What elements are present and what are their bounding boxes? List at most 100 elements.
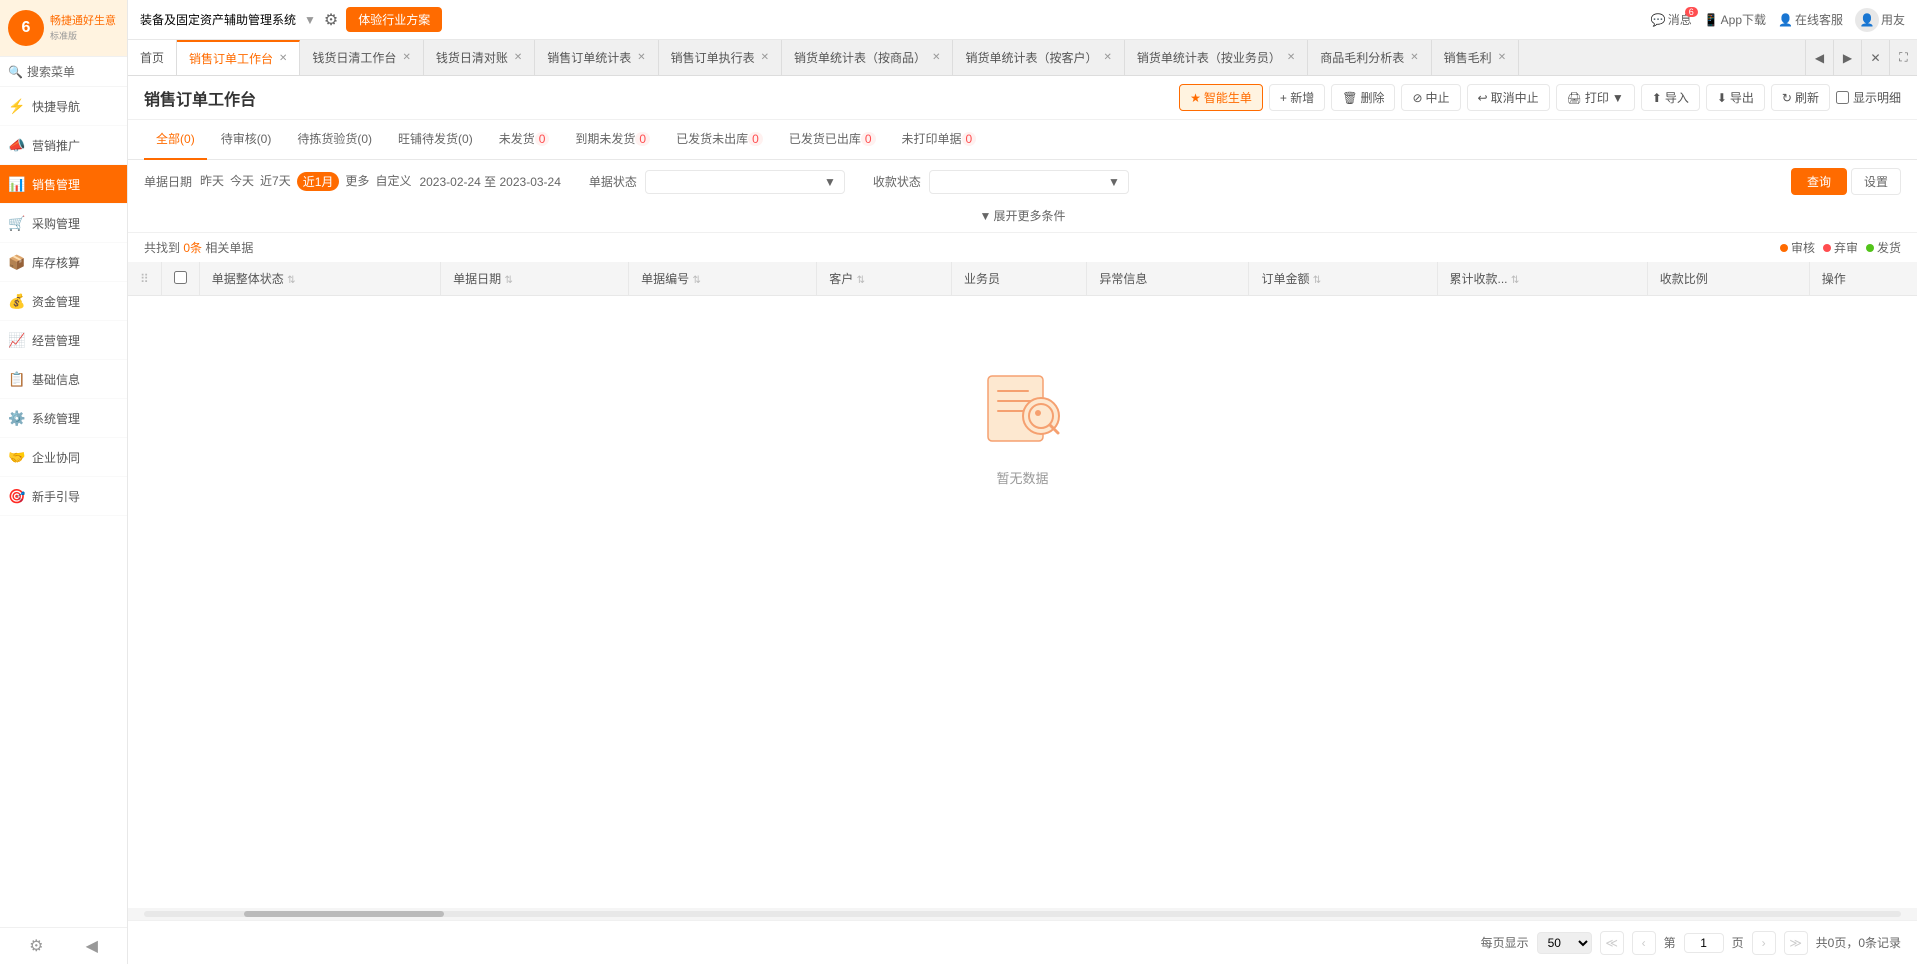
tab-gross-margin[interactable]: 商品毛利分析表 ✕ [1308, 40, 1431, 76]
date-1month[interactable]: 近1月 [297, 172, 340, 191]
sidebar-item-base[interactable]: 📋 基础信息 [0, 360, 127, 399]
scrollbar-track[interactable] [144, 911, 1901, 917]
settings-bottom-icon[interactable]: ⚙ [29, 936, 43, 956]
scrollbar-thumb[interactable] [244, 911, 444, 917]
tab-prev-btn[interactable]: ◀ [1805, 40, 1833, 76]
sidebar-item-corp[interactable]: 🤝 企业协同 [0, 438, 127, 477]
smart-gen-button[interactable]: ★ 智能生单 [1179, 84, 1263, 111]
ship-action[interactable]: 发货 [1866, 239, 1901, 256]
filter-setting-button[interactable]: 设置 [1851, 168, 1901, 195]
refresh-button[interactable]: ↻ 刷新 [1771, 84, 1830, 111]
sidebar-item-marketing[interactable]: 📣 营销推广 [0, 126, 127, 165]
sidebar-item-system[interactable]: ⚙️ 系统管理 [0, 399, 127, 438]
tab-sales-exec[interactable]: 销售订单执行表 ✕ [659, 40, 782, 76]
payment-status-select[interactable]: ▼ [929, 170, 1129, 194]
date-custom[interactable]: 自定义 [375, 172, 411, 191]
sidebar-item-quick-nav[interactable]: ⚡ 快捷导航 [0, 87, 127, 126]
doc-status-select[interactable]: ▼ [645, 170, 845, 194]
date-more[interactable]: 更多 [345, 172, 369, 191]
tab-sales-profit[interactable]: 销售毛利 ✕ [1432, 40, 1519, 76]
header-dropdown-icon[interactable]: ▼ [304, 13, 316, 27]
tab-sales-summary-customer[interactable]: 销货单统计表（按客户） ✕ [953, 40, 1124, 76]
tab-cash-reconcile[interactable]: 钱货日清对账 ✕ [424, 40, 535, 76]
import-button[interactable]: ⬆ 导入 [1641, 84, 1700, 111]
message-icon-item[interactable]: 💬 消息 6 [1651, 11, 1692, 28]
th-received[interactable]: 累计收款... ⇅ [1437, 262, 1647, 296]
next-page-btn[interactable]: › [1752, 931, 1776, 955]
inner-tab-pending-review[interactable]: 待审核(0) [209, 120, 284, 160]
sidebar-item-operation[interactable]: 📈 经营管理 [0, 321, 127, 360]
inner-tab-wangpu-ship[interactable]: 旺铺待发货(0) [386, 120, 485, 160]
add-button[interactable]: + 新增 [1269, 84, 1325, 111]
delete-button[interactable]: 🗑 删除 [1331, 84, 1395, 111]
date-7days[interactable]: 近7天 [260, 172, 291, 191]
inner-tab-not-shipped[interactable]: 未发货0 [487, 120, 562, 160]
sidebar-item-inventory[interactable]: 📦 库存核算 [0, 243, 127, 282]
th-exception[interactable]: 异常信息 [1087, 262, 1249, 296]
th-checkbox[interactable] [161, 262, 199, 296]
sidebar-item-purchase[interactable]: 🛒 采购管理 [0, 204, 127, 243]
page-number-input[interactable] [1684, 933, 1724, 953]
tab-sales-summary-staff[interactable]: 销货单统计表（按业务员） ✕ [1125, 40, 1308, 76]
tab-close-icon[interactable]: ✕ [402, 52, 410, 63]
th-amount[interactable]: 订单金额 ⇅ [1249, 262, 1437, 296]
tab-sales-workbench[interactable]: 销售订单工作台 ✕ [177, 40, 300, 76]
online-service-item[interactable]: 👤 在线客服 [1778, 11, 1843, 28]
tab-close-icon[interactable]: ✕ [761, 52, 769, 63]
th-customer[interactable]: 客户 ⇅ [817, 262, 952, 296]
th-date[interactable]: 单据日期 ⇅ [441, 262, 629, 296]
inner-tab-not-printed[interactable]: 未打印单据0 [890, 120, 989, 160]
th-staff[interactable]: 业务员 [952, 262, 1087, 296]
tab-sales-summary-product[interactable]: 销货单统计表（按商品） ✕ [782, 40, 953, 76]
review-action[interactable]: 审核 [1780, 239, 1815, 256]
th-number[interactable]: 单据编号 ⇅ [629, 262, 817, 296]
stop-button[interactable]: ⊘ 中止 [1401, 84, 1460, 111]
tab-close-icon[interactable]: ✕ [514, 52, 522, 63]
sidebar-item-sales[interactable]: 📊 销售管理 [0, 165, 127, 204]
sidebar-item-guide[interactable]: 🎯 新手引导 [0, 477, 127, 516]
last-page-btn[interactable]: ≫ [1784, 931, 1808, 955]
tab-sales-stat[interactable]: 销售订单统计表 ✕ [535, 40, 658, 76]
expand-more-btn[interactable]: ▼ 展开更多条件 [980, 207, 1066, 224]
horizontal-scrollbar[interactable] [128, 908, 1917, 920]
app-download-item[interactable]: 📱 App下载 [1704, 11, 1766, 28]
tab-close-all-btn[interactable]: ✕ [1861, 40, 1889, 76]
tab-maximize-btn[interactable]: ⛶ [1889, 40, 1917, 76]
sidebar-item-finance[interactable]: 💰 资金管理 [0, 282, 127, 321]
print-button[interactable]: 🖨 打印 ▼ [1556, 84, 1635, 111]
tab-next-btn[interactable]: ▶ [1833, 40, 1861, 76]
tab-close-icon[interactable]: ✕ [637, 52, 645, 63]
tab-close-icon[interactable]: ✕ [932, 52, 940, 63]
tab-cash-daily[interactable]: 钱货日清工作台 ✕ [300, 40, 423, 76]
inner-tab-shipped-not-in[interactable]: 已发货未出库0 [664, 120, 775, 160]
table-container[interactable]: ⠿ 单据整体状态 ⇅ 单据日期 ⇅ [128, 262, 1917, 908]
tab-close-icon[interactable]: ✕ [1410, 52, 1418, 63]
tab-home[interactable]: 首页 [128, 40, 177, 76]
date-today[interactable]: 今天 [230, 172, 254, 191]
inner-tab-pending-inspect[interactable]: 待拣货验货(0) [285, 120, 384, 160]
cancel-review-action[interactable]: 弃审 [1823, 239, 1858, 256]
cancel-stop-button[interactable]: ↩ 取消中止 [1467, 84, 1550, 111]
query-button[interactable]: 查询 [1791, 168, 1847, 195]
tab-close-icon[interactable]: ✕ [279, 53, 287, 64]
user-item[interactable]: 👤 用友 [1855, 8, 1905, 32]
header-settings-icon[interactable]: ⚙ [324, 10, 338, 30]
export-button[interactable]: ⬇ 导出 [1706, 84, 1765, 111]
select-all-checkbox[interactable] [174, 271, 187, 284]
tab-close-icon[interactable]: ✕ [1498, 52, 1506, 63]
industry-btn[interactable]: 体验行业方案 [346, 7, 442, 32]
inner-tab-all[interactable]: 全部(0) [144, 120, 207, 160]
prev-page-btn[interactable]: ‹ [1632, 931, 1656, 955]
th-status[interactable]: 单据整体状态 ⇅ [199, 262, 440, 296]
show-detail-toggle[interactable]: 显示明细 [1836, 89, 1901, 106]
per-page-select[interactable]: 10 20 50 100 [1537, 932, 1592, 954]
first-page-btn[interactable]: ≪ [1600, 931, 1624, 955]
show-detail-checkbox[interactable] [1836, 91, 1849, 104]
tab-close-icon[interactable]: ✕ [1103, 52, 1111, 63]
tab-close-icon[interactable]: ✕ [1287, 52, 1295, 63]
sidebar-search[interactable]: 🔍 搜索菜单 [0, 57, 127, 87]
collapse-icon[interactable]: ◀ [86, 936, 98, 956]
inner-tab-shipped-in[interactable]: 已发货已出库0 [777, 120, 888, 160]
inner-tab-expired-unship[interactable]: 到期未发货0 [563, 120, 662, 160]
date-yesterday[interactable]: 昨天 [200, 172, 224, 191]
